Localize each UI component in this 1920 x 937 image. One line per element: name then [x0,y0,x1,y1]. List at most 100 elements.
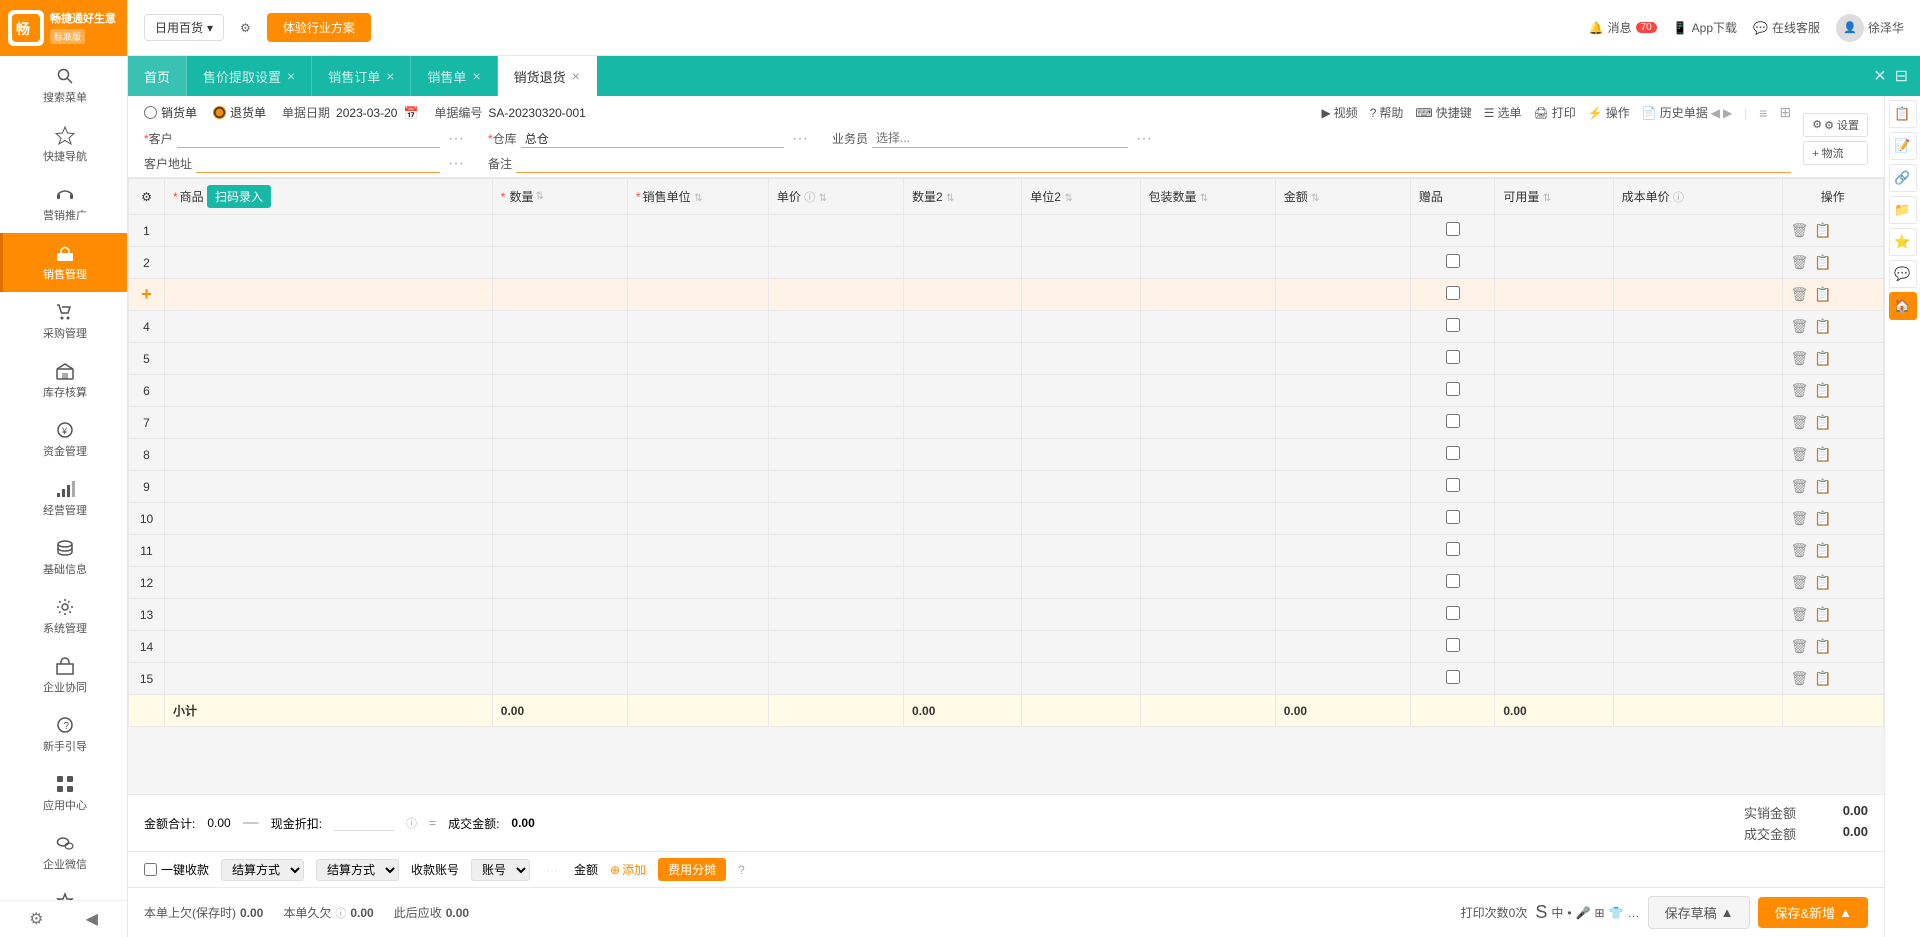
gift-checkbox-7[interactable] [1446,414,1460,428]
tab-home[interactable]: 首页 [128,56,187,96]
gift-checkbox-9[interactable] [1446,478,1460,492]
sidebar-item-shortcut[interactable]: 快捷导航 [0,115,127,174]
delete-row-9-btn[interactable]: 🗑 [1791,478,1809,495]
copy-row-4-btn[interactable]: 📋 [1814,318,1831,335]
discount-input[interactable] [334,816,394,831]
copy-row-10-btn[interactable]: 📋 [1814,510,1831,527]
gift-checkbox-10[interactable] [1446,510,1460,524]
sidebar-item-system[interactable]: 系统管理 [0,587,127,646]
settlement-method-select[interactable]: 结算方式 [316,859,399,881]
copy-row-12-btn[interactable]: 📋 [1814,574,1831,591]
copy-row-6-btn[interactable]: 📋 [1814,382,1831,399]
one-click-payment-check[interactable]: 一键收款 [144,861,209,878]
copy-row-11-btn[interactable]: 📋 [1814,542,1831,559]
sort-unit-icon[interactable]: ⇅ [694,193,702,204]
tab-menu-btn[interactable]: ⊟ [1895,66,1908,86]
gift-checkbox-11[interactable] [1446,542,1460,556]
rsp-btn-3[interactable]: 🔗 [1889,164,1917,192]
delete-row-13-btn[interactable]: 🗑 [1791,606,1809,623]
gift-checkbox-1[interactable] [1446,222,1460,236]
rsp-btn-4[interactable]: 📁 [1889,196,1917,224]
warehouse-input[interactable] [521,129,784,148]
delete-row-4-btn[interactable]: 🗑 [1791,318,1809,335]
gift-checkbox-3[interactable] [1446,286,1460,300]
gift-checkbox-2[interactable] [1446,254,1460,268]
delete-row-11-btn[interactable]: 🗑 [1791,542,1809,559]
tab-price-settings[interactable]: 售价提取设置 × [187,56,312,96]
add-row-btn[interactable]: + [141,284,152,304]
select-btn[interactable]: ☰ 选单 [1484,104,1522,121]
customer-select-btn[interactable]: ··· [448,130,464,148]
topbar-settings-btn[interactable]: ⚙ [236,17,255,39]
gift-checkbox-12[interactable] [1446,574,1460,588]
warehouse-select-btn[interactable]: ··· [792,130,808,148]
gift-checkbox-8[interactable] [1446,446,1460,460]
delete-row-3-btn[interactable]: 🗑 [1791,286,1809,303]
copy-row-13-btn[interactable]: 📋 [1814,606,1831,623]
copy-row-8-btn[interactable]: 📋 [1814,446,1831,463]
sidebar-item-sales[interactable]: 销售管理 [0,233,127,292]
gift-checkbox-13[interactable] [1446,606,1460,620]
copy-row-9-btn[interactable]: 📋 [1814,478,1831,495]
shortcut-btn[interactable]: ⌨ 快捷键 [1415,104,1471,121]
sort-qty-icon[interactable]: ⇅ [535,191,543,202]
close-tab-btn[interactable]: ✕ [1873,66,1886,86]
copy-row-2-btn[interactable]: 📋 [1814,254,1831,271]
nav-next-icon[interactable]: ▶ [1723,106,1732,120]
sidebar-settings-btn[interactable]: ⚙ [29,909,43,929]
rsp-btn-7[interactable]: 🏠 [1889,292,1917,320]
online-service-btn[interactable]: 💬 在线客服 [1753,19,1820,36]
copy-row-3-btn[interactable]: 📋 [1814,286,1831,303]
sidebar-item-wechat[interactable]: 企业微信 [0,823,127,882]
add-payment-btn[interactable]: ⊕ 添加 [610,861,646,878]
sort-available-icon[interactable]: ⇅ [1543,193,1551,204]
gift-checkbox-14[interactable] [1446,638,1460,652]
tab-close-price[interactable]: × [287,68,295,84]
tab-close-sales[interactable]: × [472,68,480,84]
history-btn[interactable]: 📄 历史单据 ◀ ▶ [1642,104,1732,121]
save-new-btn[interactable]: 保存&新增 ▲ [1758,897,1868,928]
tab-return[interactable]: 销货退货 × [498,56,597,96]
gift-checkbox-6[interactable] [1446,382,1460,396]
sale-radio[interactable]: 销货单 [144,104,197,121]
help-btn[interactable]: ? 帮助 [1370,104,1404,121]
sidebar-item-marketing[interactable]: 营销推广 [0,174,127,233]
payment-method-select[interactable]: 结算方式 [221,859,304,881]
rsp-btn-2[interactable]: 📝 [1889,132,1917,160]
copy-row-5-btn[interactable]: 📋 [1814,350,1831,367]
delete-row-1-btn[interactable]: 🗑 [1791,222,1809,239]
toolbar-icon-2[interactable]: • [1567,906,1571,920]
delete-row-6-btn[interactable]: 🗑 [1791,382,1809,399]
save-draft-btn[interactable]: 保存草稿 ▲ [1648,896,1751,929]
copy-row-7-btn[interactable]: 📋 [1814,414,1831,431]
sidebar-collapse-btn[interactable]: ◀ [86,909,98,929]
sort-qty2-icon[interactable]: ⇅ [946,193,954,204]
sidebar-item-apps[interactable]: 应用中心 [0,764,127,823]
sort-pkg-icon[interactable]: ⇅ [1200,193,1208,204]
staff-select-btn[interactable]: ··· [1136,130,1152,148]
toolbar-icon-5[interactable]: 👕 [1609,906,1624,920]
address-select-btn[interactable]: ··· [448,155,464,173]
scan-input-btn[interactable]: 扫码录入 [207,185,271,208]
sidebar-item-finance[interactable]: ¥ 资金管理 [0,410,127,469]
sidebar-item-member[interactable]: 畅会员 [0,882,127,900]
copy-row-15-btn[interactable]: 📋 [1814,670,1831,687]
gift-checkbox-15[interactable] [1446,670,1460,684]
account-select[interactable]: 账号 [471,859,530,881]
sidebar-item-operations[interactable]: 经营管理 [0,469,127,528]
staff-input[interactable] [872,129,1128,148]
product-input-3[interactable] [173,287,484,302]
fee-split-btn[interactable]: 费用分摊 [658,858,726,881]
sidebar-item-search[interactable]: 搜索菜单 [0,56,127,115]
delete-row-10-btn[interactable]: 🗑 [1791,510,1809,527]
price-info-icon[interactable]: ⓘ [804,192,815,204]
delete-row-7-btn[interactable]: 🗑 [1791,414,1809,431]
rsp-btn-1[interactable]: 📋 [1889,100,1917,128]
fee-help-icon[interactable]: ? [738,863,745,877]
arrear-info-icon[interactable]: ⓘ [335,905,346,921]
view-grid-icon[interactable]: ⊞ [1779,104,1791,121]
delete-row-15-btn[interactable]: 🗑 [1791,670,1809,687]
table-settings-icon[interactable]: ⚙ [141,190,152,204]
sort-amount-icon[interactable]: ⇅ [1311,193,1319,204]
nav-prev-icon[interactable]: ◀ [1711,106,1720,120]
